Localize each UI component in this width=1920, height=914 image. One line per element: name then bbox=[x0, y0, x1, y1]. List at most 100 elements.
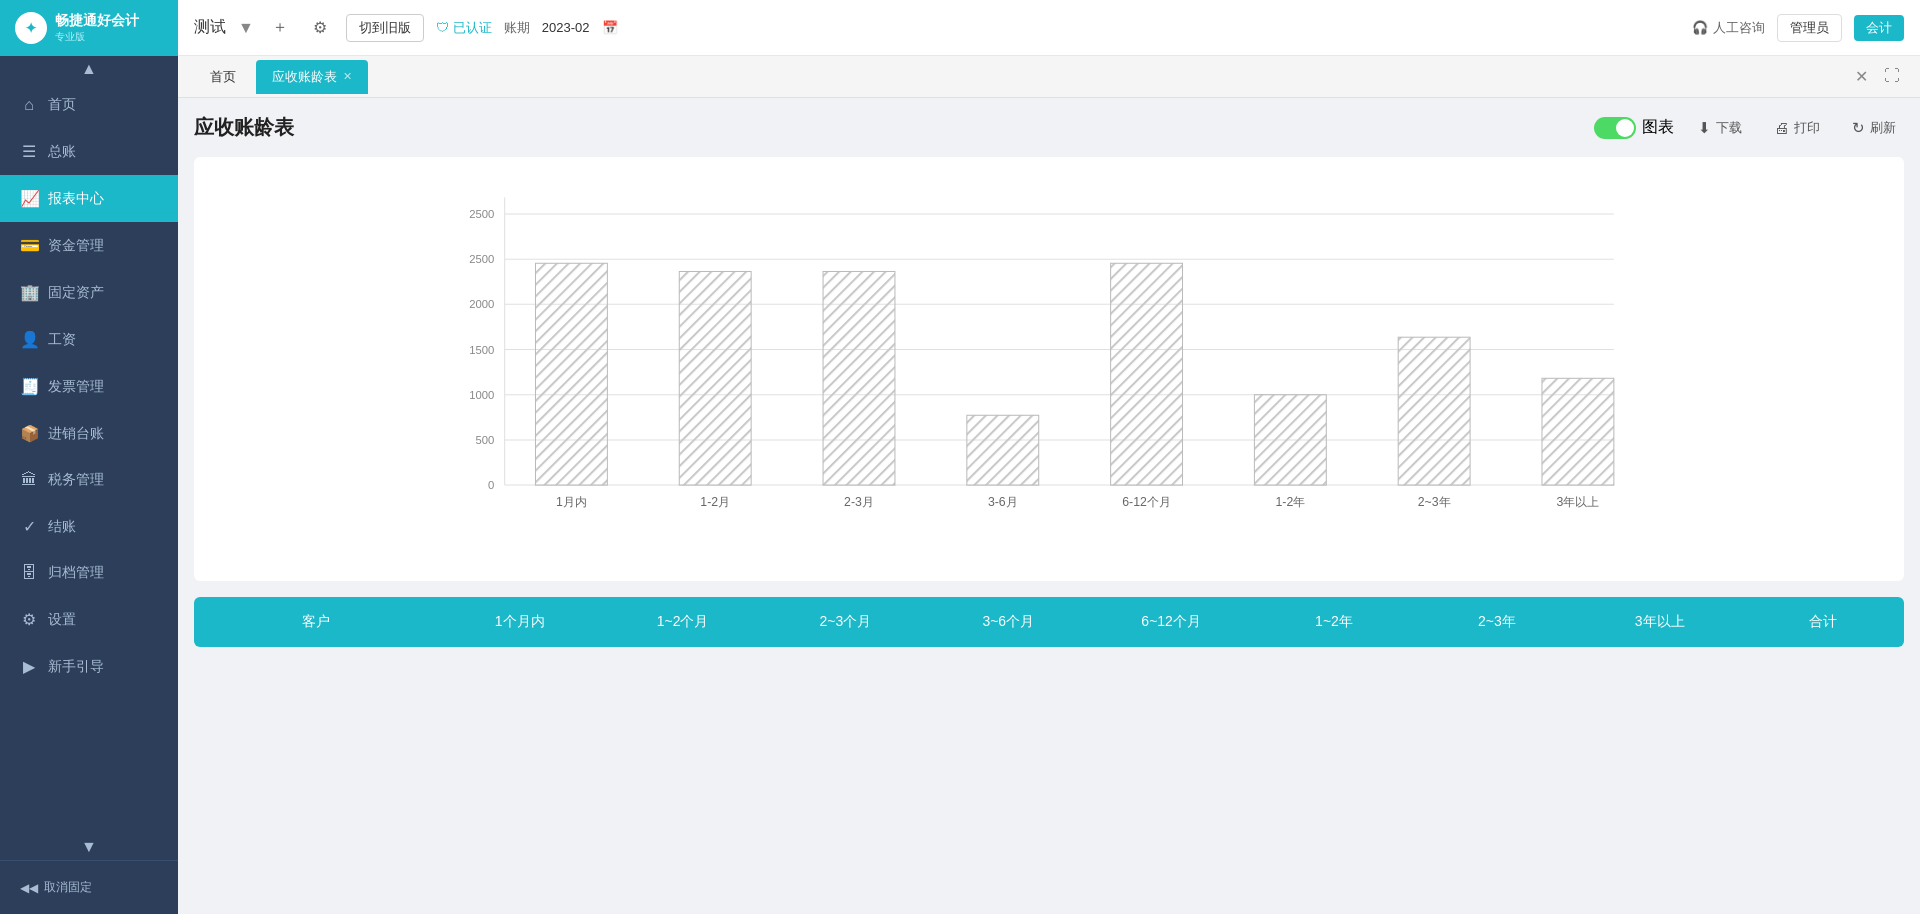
svg-rect-28 bbox=[1398, 337, 1470, 485]
refresh-icon: ↻ bbox=[1852, 119, 1865, 137]
svg-text:1500: 1500 bbox=[469, 344, 494, 356]
add-button[interactable]: ＋ bbox=[266, 14, 294, 42]
svg-text:1-2月: 1-2月 bbox=[700, 495, 730, 509]
chart-toggle[interactable]: 图表 bbox=[1594, 117, 1674, 139]
home-icon: ⌂ bbox=[20, 96, 38, 114]
switch-track[interactable] bbox=[1594, 117, 1636, 139]
sidebar-menu: ⌂ 首页 ☰ 总账 📈 报表中心 💳 资金管理 🏢 固定资产 👤 工资 🧾 发票… bbox=[0, 82, 178, 834]
logo-text: 畅捷通好会计 专业版 bbox=[55, 12, 139, 44]
svg-text:1-2年: 1-2年 bbox=[1275, 495, 1305, 509]
col-2-3month: 2~3个月 bbox=[764, 597, 927, 647]
tab-bar: 首页 应收账龄表 ✕ ✕ ⛶ bbox=[178, 56, 1920, 98]
sidebar-item-tax[interactable]: 🏛 税务管理 bbox=[0, 457, 178, 503]
svg-rect-20 bbox=[823, 271, 895, 485]
svg-rect-16 bbox=[535, 263, 607, 485]
col-customer: 客户 bbox=[194, 597, 438, 647]
svg-text:2500: 2500 bbox=[469, 253, 494, 265]
period-value: 2023-02 bbox=[542, 20, 590, 35]
page-header: 应收账龄表 图表 ⬇ 下载 🖨 打印 ↻ 刷新 bbox=[194, 114, 1904, 141]
assets-icon: 🏢 bbox=[20, 283, 38, 302]
sidebar-item-guide[interactable]: ▶ 新手引导 bbox=[0, 643, 178, 690]
settings-button[interactable]: ⚙ bbox=[306, 14, 334, 42]
scroll-up-arrow[interactable]: ▲ bbox=[0, 56, 178, 82]
switch-thumb bbox=[1616, 119, 1634, 137]
tab-home[interactable]: 首页 bbox=[194, 60, 252, 94]
col-1-2month: 1~2个月 bbox=[601, 597, 764, 647]
download-button[interactable]: ⬇ 下载 bbox=[1690, 115, 1750, 141]
sidebar-item-invoices[interactable]: 🧾 发票管理 bbox=[0, 363, 178, 410]
module-dropdown-arrow[interactable]: ▼ bbox=[238, 19, 254, 37]
consult-button[interactable]: 🎧 人工咨询 bbox=[1692, 19, 1765, 37]
refresh-button[interactable]: ↻ 刷新 bbox=[1844, 115, 1904, 141]
svg-rect-18 bbox=[679, 271, 751, 485]
funds-icon: 💳 bbox=[20, 236, 38, 255]
sidebar-item-ledger[interactable]: ☰ 总账 bbox=[0, 128, 178, 175]
sales-icon: 📦 bbox=[20, 424, 38, 443]
col-3year-plus: 3年以上 bbox=[1578, 597, 1741, 647]
headset-icon: 🎧 bbox=[1692, 20, 1708, 35]
shield-icon: 🛡 bbox=[436, 20, 449, 35]
ledger-icon: ☰ bbox=[20, 142, 38, 161]
col-1month: 1个月内 bbox=[438, 597, 601, 647]
checkout-icon: ✓ bbox=[20, 517, 38, 536]
app-logo: ✦ 畅捷通好会计 专业版 bbox=[0, 0, 178, 56]
admin-button[interactable]: 管理员 bbox=[1777, 14, 1842, 42]
main-area: 测试 ▼ ＋ ⚙ 切到旧版 🛡 已认证 账期 2023-02 📅 🎧 人工咨询 … bbox=[178, 0, 1920, 914]
svg-text:2000: 2000 bbox=[469, 298, 494, 310]
module-name: 测试 bbox=[194, 17, 226, 38]
svg-text:2500: 2500 bbox=[469, 208, 494, 220]
tab-actions: ✕ ⛶ bbox=[1851, 63, 1904, 90]
svg-text:1000: 1000 bbox=[469, 389, 494, 401]
svg-rect-22 bbox=[967, 415, 1039, 485]
svg-text:6-12个月: 6-12个月 bbox=[1122, 495, 1171, 509]
sidebar-item-home[interactable]: ⌂ 首页 bbox=[0, 82, 178, 128]
table-header-row: 客户 1个月内 1~2个月 2~3个月 3~6个月 6~12个月 1~2年 2~… bbox=[194, 597, 1904, 647]
sidebar-item-funds[interactable]: 💳 资金管理 bbox=[0, 222, 178, 269]
sidebar-item-checkout[interactable]: ✓ 结账 bbox=[0, 503, 178, 550]
tax-icon: 🏛 bbox=[20, 471, 38, 489]
print-button[interactable]: 🖨 打印 bbox=[1766, 115, 1828, 141]
sidebar-item-reports[interactable]: 📈 报表中心 bbox=[0, 175, 178, 222]
wages-icon: 👤 bbox=[20, 330, 38, 349]
col-total: 合计 bbox=[1741, 597, 1904, 647]
sidebar-item-assets[interactable]: 🏢 固定资产 bbox=[0, 269, 178, 316]
svg-rect-30 bbox=[1542, 378, 1614, 485]
reports-icon: 📈 bbox=[20, 189, 38, 208]
logo-icon: ✦ bbox=[15, 12, 47, 44]
download-icon: ⬇ bbox=[1698, 119, 1711, 137]
top-header: 测试 ▼ ＋ ⚙ 切到旧版 🛡 已认证 账期 2023-02 📅 🎧 人工咨询 … bbox=[178, 0, 1920, 56]
print-icon: 🖨 bbox=[1774, 119, 1789, 136]
sidebar-item-wages[interactable]: 👤 工资 bbox=[0, 316, 178, 363]
role-button[interactable]: 会计 bbox=[1854, 15, 1904, 41]
svg-text:3年以上: 3年以上 bbox=[1556, 495, 1599, 509]
expand-button[interactable]: ⛶ bbox=[1880, 63, 1904, 90]
page-title: 应收账龄表 bbox=[194, 114, 294, 141]
svg-text:500: 500 bbox=[476, 434, 495, 446]
pin-icon: ◀◀ bbox=[20, 881, 38, 895]
scroll-down-arrow[interactable]: ▼ bbox=[0, 834, 178, 860]
switch-old-version-button[interactable]: 切到旧版 bbox=[346, 14, 424, 42]
col-2-3year: 2~3年 bbox=[1415, 597, 1578, 647]
cancel-fixed-button[interactable]: ◀◀ 取消固定 bbox=[15, 871, 163, 904]
col-6-12month: 6~12个月 bbox=[1090, 597, 1253, 647]
col-3-6month: 3~6个月 bbox=[927, 597, 1090, 647]
sidebar-item-settings[interactable]: ⚙ 设置 bbox=[0, 596, 178, 643]
invoices-icon: 🧾 bbox=[20, 377, 38, 396]
svg-text:1月内: 1月内 bbox=[556, 495, 587, 509]
sidebar-item-sales[interactable]: 📦 进销台账 bbox=[0, 410, 178, 457]
tab-close-icon[interactable]: ✕ bbox=[343, 70, 352, 83]
sidebar-item-archive[interactable]: 🗄 归档管理 bbox=[0, 550, 178, 596]
bar-chart: 0 500 1000 1500 2000 2500 2500 1月内 1-2月 bbox=[214, 177, 1884, 557]
svg-rect-26 bbox=[1254, 395, 1326, 485]
sidebar-bottom: ◀◀ 取消固定 bbox=[0, 860, 178, 914]
tab-aging[interactable]: 应收账龄表 ✕ bbox=[256, 60, 368, 94]
archive-icon: 🗄 bbox=[20, 564, 38, 582]
svg-text:2-3月: 2-3月 bbox=[844, 495, 874, 509]
close-tab-button[interactable]: ✕ bbox=[1851, 63, 1872, 90]
aging-table: 客户 1个月内 1~2个月 2~3个月 3~6个月 6~12个月 1~2年 2~… bbox=[194, 597, 1904, 647]
svg-text:3-6月: 3-6月 bbox=[988, 495, 1018, 509]
certified-badge: 🛡 已认证 bbox=[436, 19, 492, 37]
calendar-icon[interactable]: 📅 bbox=[602, 20, 618, 35]
toolbar: 图表 ⬇ 下载 🖨 打印 ↻ 刷新 bbox=[1594, 115, 1904, 141]
period-label: 账期 bbox=[504, 19, 530, 37]
